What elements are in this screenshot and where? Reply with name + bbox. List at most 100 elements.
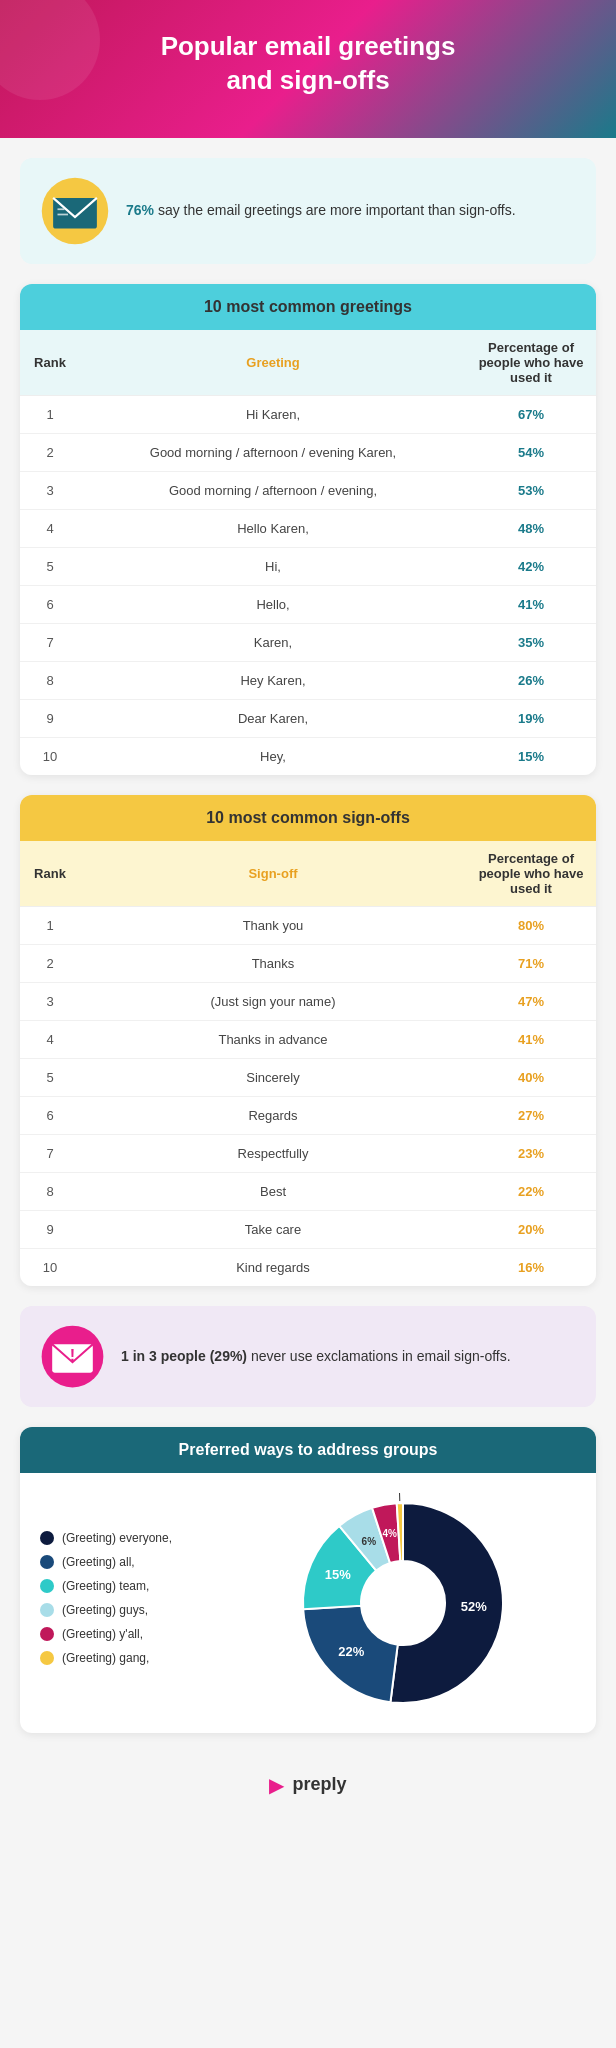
table-row: 1 Hi Karen, 67% <box>20 395 596 433</box>
greeting-cell: Hi, <box>80 547 466 585</box>
rank-cell: 8 <box>20 1172 80 1210</box>
table-row: 2 Good morning / afternoon / evening Kar… <box>20 433 596 471</box>
pct-cell: 40% <box>466 1058 596 1096</box>
legend-label: (Greeting) all, <box>62 1555 135 1569</box>
donut-chart: 52%22%15%6%4%1% <box>293 1493 513 1713</box>
legend-item: (Greeting) everyone, <box>40 1531 220 1545</box>
greetings-table: Rank Greeting Percentage of people who h… <box>20 330 596 775</box>
legend-dot <box>40 1627 54 1641</box>
stat-banner: 76% say the email greetings are more imp… <box>20 158 596 264</box>
page-title: Popular email greetings and sign-offs <box>40 30 576 98</box>
stat-text: 76% say the email greetings are more imp… <box>126 200 516 221</box>
greeting-cell: Karen, <box>80 623 466 661</box>
chart-legend: (Greeting) everyone, (Greeting) all, (Gr… <box>40 1531 220 1675</box>
table-row: 3 (Just sign your name) 47% <box>20 982 596 1020</box>
rank-cell: 10 <box>20 1248 80 1286</box>
chart-label: 15% <box>325 1566 351 1581</box>
rank-cell: 3 <box>20 982 80 1020</box>
pct-cell: 15% <box>466 737 596 775</box>
exclaim-banner: ! 1 in 3 people (29%) never use exclamat… <box>20 1306 596 1407</box>
table-row: 3 Good morning / afternoon / evening, 53… <box>20 471 596 509</box>
decoration <box>20 10 50 13</box>
signoffs-table-section: 10 most common sign-offs Rank Sign-off P… <box>20 795 596 1286</box>
signoffs-table: Rank Sign-off Percentage of people who h… <box>20 841 596 1286</box>
pct-cell: 35% <box>466 623 596 661</box>
chart-label: 4% <box>382 1528 397 1539</box>
legend-dot <box>40 1603 54 1617</box>
greetings-table-section: 10 most common greetings Rank Greeting P… <box>20 284 596 775</box>
table-row: 6 Regards 27% <box>20 1096 596 1134</box>
envelope-icon <box>40 176 110 246</box>
stat-description: say the email greetings are more importa… <box>154 202 516 218</box>
table-row: 5 Sincerely 40% <box>20 1058 596 1096</box>
pct-cell: 20% <box>466 1210 596 1248</box>
pct-cell: 26% <box>466 661 596 699</box>
signoffs-col-signoff: Sign-off <box>80 841 466 907</box>
rank-cell: 6 <box>20 1096 80 1134</box>
greetings-col-pct: Percentage of people who have used it <box>466 330 596 396</box>
table-row: 8 Hey Karen, 26% <box>20 661 596 699</box>
greeting-cell: Hello Karen, <box>80 509 466 547</box>
legend-item: (Greeting) gang, <box>40 1651 220 1665</box>
chart-label: 22% <box>338 1643 364 1658</box>
donut-chart-area: 52%22%15%6%4%1% <box>230 1493 576 1713</box>
legend-item: (Greeting) guys, <box>40 1603 220 1617</box>
pct-cell: 19% <box>466 699 596 737</box>
groups-section: Preferred ways to address groups (Greeti… <box>20 1427 596 1733</box>
page-header: Popular email greetings and sign-offs <box>0 0 616 138</box>
table-row: 4 Hello Karen, 48% <box>20 509 596 547</box>
table-row: 9 Dear Karen, 19% <box>20 699 596 737</box>
greeting-cell: Hey, <box>80 737 466 775</box>
pct-cell: 48% <box>466 509 596 547</box>
legend-dot <box>40 1651 54 1665</box>
greeting-cell: Good morning / afternoon / evening, <box>80 471 466 509</box>
pct-cell: 53% <box>466 471 596 509</box>
legend-dot <box>40 1555 54 1569</box>
pct-cell: 80% <box>466 906 596 944</box>
rank-cell: 5 <box>20 547 80 585</box>
preply-logo: preply <box>292 1774 346 1795</box>
table-row: 1 Thank you 80% <box>20 906 596 944</box>
footer: ▶ preply <box>0 1753 616 1817</box>
table-row: 7 Respectfully 23% <box>20 1134 596 1172</box>
legend-item: (Greeting) all, <box>40 1555 220 1569</box>
legend-label: (Greeting) gang, <box>62 1651 149 1665</box>
pct-cell: 23% <box>466 1134 596 1172</box>
pct-cell: 47% <box>466 982 596 1020</box>
rank-cell: 2 <box>20 944 80 982</box>
signoff-cell: Sincerely <box>80 1058 466 1096</box>
chart-label: 6% <box>362 1535 377 1546</box>
table-row: 9 Take care 20% <box>20 1210 596 1248</box>
rank-cell: 8 <box>20 661 80 699</box>
exclaim-envelope-icon: ! <box>40 1324 105 1389</box>
signoff-cell: Take care <box>80 1210 466 1248</box>
legend-item: (Greeting) team, <box>40 1579 220 1593</box>
legend-dot <box>40 1531 54 1545</box>
groups-title: Preferred ways to address groups <box>20 1427 596 1473</box>
groups-content: (Greeting) everyone, (Greeting) all, (Gr… <box>20 1473 596 1733</box>
rank-cell: 1 <box>20 395 80 433</box>
signoffs-col-pct: Percentage of people who have used it <box>466 841 596 907</box>
rank-cell: 4 <box>20 1020 80 1058</box>
rank-cell: 6 <box>20 585 80 623</box>
svg-text:!: ! <box>70 1346 75 1364</box>
greetings-col-greeting: Greeting <box>80 330 466 396</box>
legend-label: (Greeting) team, <box>62 1579 149 1593</box>
table-row: 5 Hi, 42% <box>20 547 596 585</box>
legend-label: (Greeting) guys, <box>62 1603 148 1617</box>
pct-cell: 22% <box>466 1172 596 1210</box>
pct-cell: 71% <box>466 944 596 982</box>
signoff-cell: Kind regards <box>80 1248 466 1286</box>
rank-cell: 5 <box>20 1058 80 1096</box>
signoff-cell: Thank you <box>80 906 466 944</box>
table-row: 7 Karen, 35% <box>20 623 596 661</box>
pct-cell: 16% <box>466 1248 596 1286</box>
pct-cell: 42% <box>466 547 596 585</box>
pct-cell: 27% <box>466 1096 596 1134</box>
greeting-cell: Hello, <box>80 585 466 623</box>
table-row: 10 Kind regards 16% <box>20 1248 596 1286</box>
greetings-col-rank: Rank <box>20 330 80 396</box>
rank-cell: 10 <box>20 737 80 775</box>
signoff-cell: (Just sign your name) <box>80 982 466 1020</box>
signoffs-table-title: 10 most common sign-offs <box>20 795 596 841</box>
